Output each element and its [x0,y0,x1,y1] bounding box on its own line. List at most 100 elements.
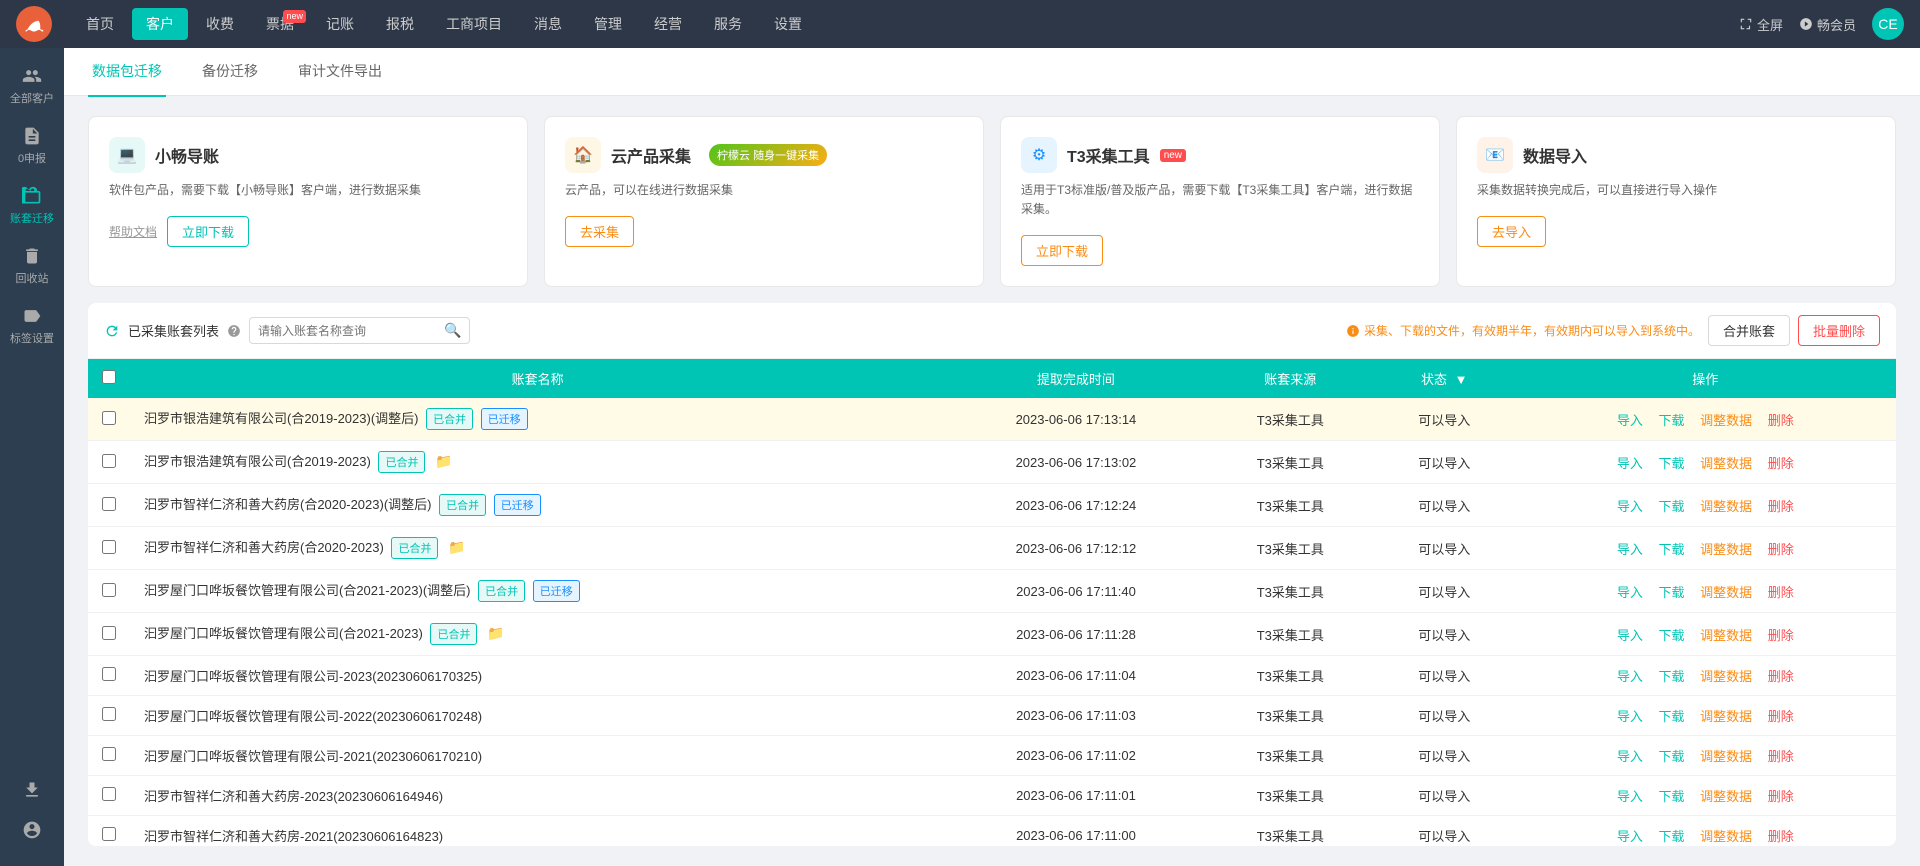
table-header-row: 账套名称 提取完成时间 账套来源 状态 ▼ 操作 [88,359,1896,398]
logo[interactable] [16,6,52,42]
download-now-button-1[interactable]: 立即下载 [167,216,249,247]
download-link[interactable]: 下载 [1652,669,1690,684]
delete-link[interactable]: 删除 [1762,413,1800,428]
user-avatar[interactable]: CE [1872,8,1904,40]
nav-customer[interactable]: 客户 [132,8,188,40]
sidebar-item-profile[interactable] [18,810,46,850]
info-icon [1346,324,1360,338]
nav-service[interactable]: 服务 [700,8,756,40]
download-link[interactable]: 下载 [1652,749,1690,764]
delete-link[interactable]: 删除 [1762,749,1800,764]
adjust-link[interactable]: 调整数据 [1694,585,1758,600]
folder-icon[interactable]: 📁 [448,539,465,555]
folder-icon[interactable]: 📁 [487,625,504,641]
import-link[interactable]: 导入 [1611,585,1649,600]
row-checkbox[interactable] [102,667,116,681]
download-link[interactable]: 下载 [1652,499,1690,514]
row-checkbox[interactable] [102,787,116,801]
adjust-link[interactable]: 调整数据 [1694,456,1758,471]
delete-link[interactable]: 删除 [1762,669,1800,684]
go-collect-button[interactable]: 去采集 [565,216,634,247]
folder-icon[interactable]: 📁 [435,453,452,469]
search-icon[interactable]: 🔍 [444,322,461,339]
nav-manage[interactable]: 管理 [580,8,636,40]
search-input[interactable] [258,324,438,338]
delete-link[interactable]: 删除 [1762,456,1800,471]
sidebar-item-trash[interactable]: 回收站 [0,236,64,296]
row-checkbox[interactable] [102,827,116,841]
adjust-link[interactable]: 调整数据 [1694,789,1758,804]
vip-button[interactable]: 畅会员 [1799,15,1856,34]
import-link[interactable]: 导入 [1611,413,1649,428]
help-icon[interactable] [227,324,241,338]
sidebar-item-zero-report[interactable]: 0申报 [0,116,64,176]
download-link[interactable]: 下载 [1652,628,1690,643]
adjust-link[interactable]: 调整数据 [1694,749,1758,764]
tab-backup-migration[interactable]: 备份迁移 [198,48,262,97]
import-link[interactable]: 导入 [1611,749,1649,764]
adjust-link[interactable]: 调整数据 [1694,542,1758,557]
delete-link[interactable]: 删除 [1762,829,1800,844]
import-link[interactable]: 导入 [1611,709,1649,724]
sidebar-item-all-customers[interactable]: 全部客户 [0,56,64,116]
download-link[interactable]: 下载 [1652,789,1690,804]
row-checkbox[interactable] [102,626,116,640]
import-link[interactable]: 导入 [1611,499,1649,514]
nav-bookkeeping[interactable]: 记账 [312,8,368,40]
download-link[interactable]: 下载 [1652,709,1690,724]
download-link[interactable]: 下载 [1652,585,1690,600]
download-link[interactable]: 下载 [1652,829,1690,844]
import-link[interactable]: 导入 [1611,456,1649,471]
row-checkbox[interactable] [102,540,116,554]
sidebar-item-migrate[interactable]: 账套迁移 [0,176,64,236]
sidebar-item-download[interactable] [18,770,46,810]
nav-bill[interactable]: 票据 new [252,8,308,40]
merge-account-button[interactable]: 合并账套 [1708,315,1790,346]
select-all-checkbox[interactable] [102,370,116,384]
delete-link[interactable]: 删除 [1762,709,1800,724]
import-link[interactable]: 导入 [1611,669,1649,684]
row-checkbox[interactable] [102,411,116,425]
delete-link[interactable]: 删除 [1762,628,1800,643]
delete-link[interactable]: 删除 [1762,585,1800,600]
nav-home[interactable]: 首页 [72,8,128,40]
go-import-button[interactable]: 去导入 [1477,216,1546,247]
row-source: T3采集工具 [1207,484,1374,527]
delete-link[interactable]: 删除 [1762,789,1800,804]
row-checkbox[interactable] [102,497,116,511]
nav-settings[interactable]: 设置 [760,8,816,40]
refresh-icon[interactable] [104,323,120,339]
batch-delete-button[interactable]: 批量删除 [1798,315,1880,346]
download-link[interactable]: 下载 [1652,456,1690,471]
nav-message[interactable]: 消息 [520,8,576,40]
import-link[interactable]: 导入 [1611,628,1649,643]
tab-data-migration[interactable]: 数据包迁移 [88,48,166,97]
help-doc-link[interactable]: 帮助文档 [109,223,157,240]
row-checkbox[interactable] [102,583,116,597]
nav-bizproject[interactable]: 工商项目 [432,8,516,40]
nav-fee[interactable]: 收费 [192,8,248,40]
adjust-link[interactable]: 调整数据 [1694,628,1758,643]
nav-tax[interactable]: 报税 [372,8,428,40]
table-row: 汩罗市智祥仁济和善大药房-2021(20230606164823)2023-06… [88,816,1896,846]
adjust-link[interactable]: 调整数据 [1694,709,1758,724]
tab-audit-export[interactable]: 审计文件导出 [294,48,386,97]
delete-link[interactable]: 删除 [1762,499,1800,514]
row-checkbox[interactable] [102,454,116,468]
import-link[interactable]: 导入 [1611,829,1649,844]
import-link[interactable]: 导入 [1611,789,1649,804]
fullscreen-button[interactable]: 全屏 [1739,15,1783,34]
download-link[interactable]: 下载 [1652,413,1690,428]
row-checkbox[interactable] [102,707,116,721]
delete-link[interactable]: 删除 [1762,542,1800,557]
sidebar-item-tag-settings[interactable]: 标签设置 [0,296,64,356]
import-link[interactable]: 导入 [1611,542,1649,557]
nav-operation[interactable]: 经营 [640,8,696,40]
adjust-link[interactable]: 调整数据 [1694,413,1758,428]
adjust-link[interactable]: 调整数据 [1694,829,1758,844]
adjust-link[interactable]: 调整数据 [1694,499,1758,514]
download-now-button-3[interactable]: 立即下载 [1021,235,1103,266]
row-checkbox[interactable] [102,747,116,761]
adjust-link[interactable]: 调整数据 [1694,669,1758,684]
download-link[interactable]: 下载 [1652,542,1690,557]
